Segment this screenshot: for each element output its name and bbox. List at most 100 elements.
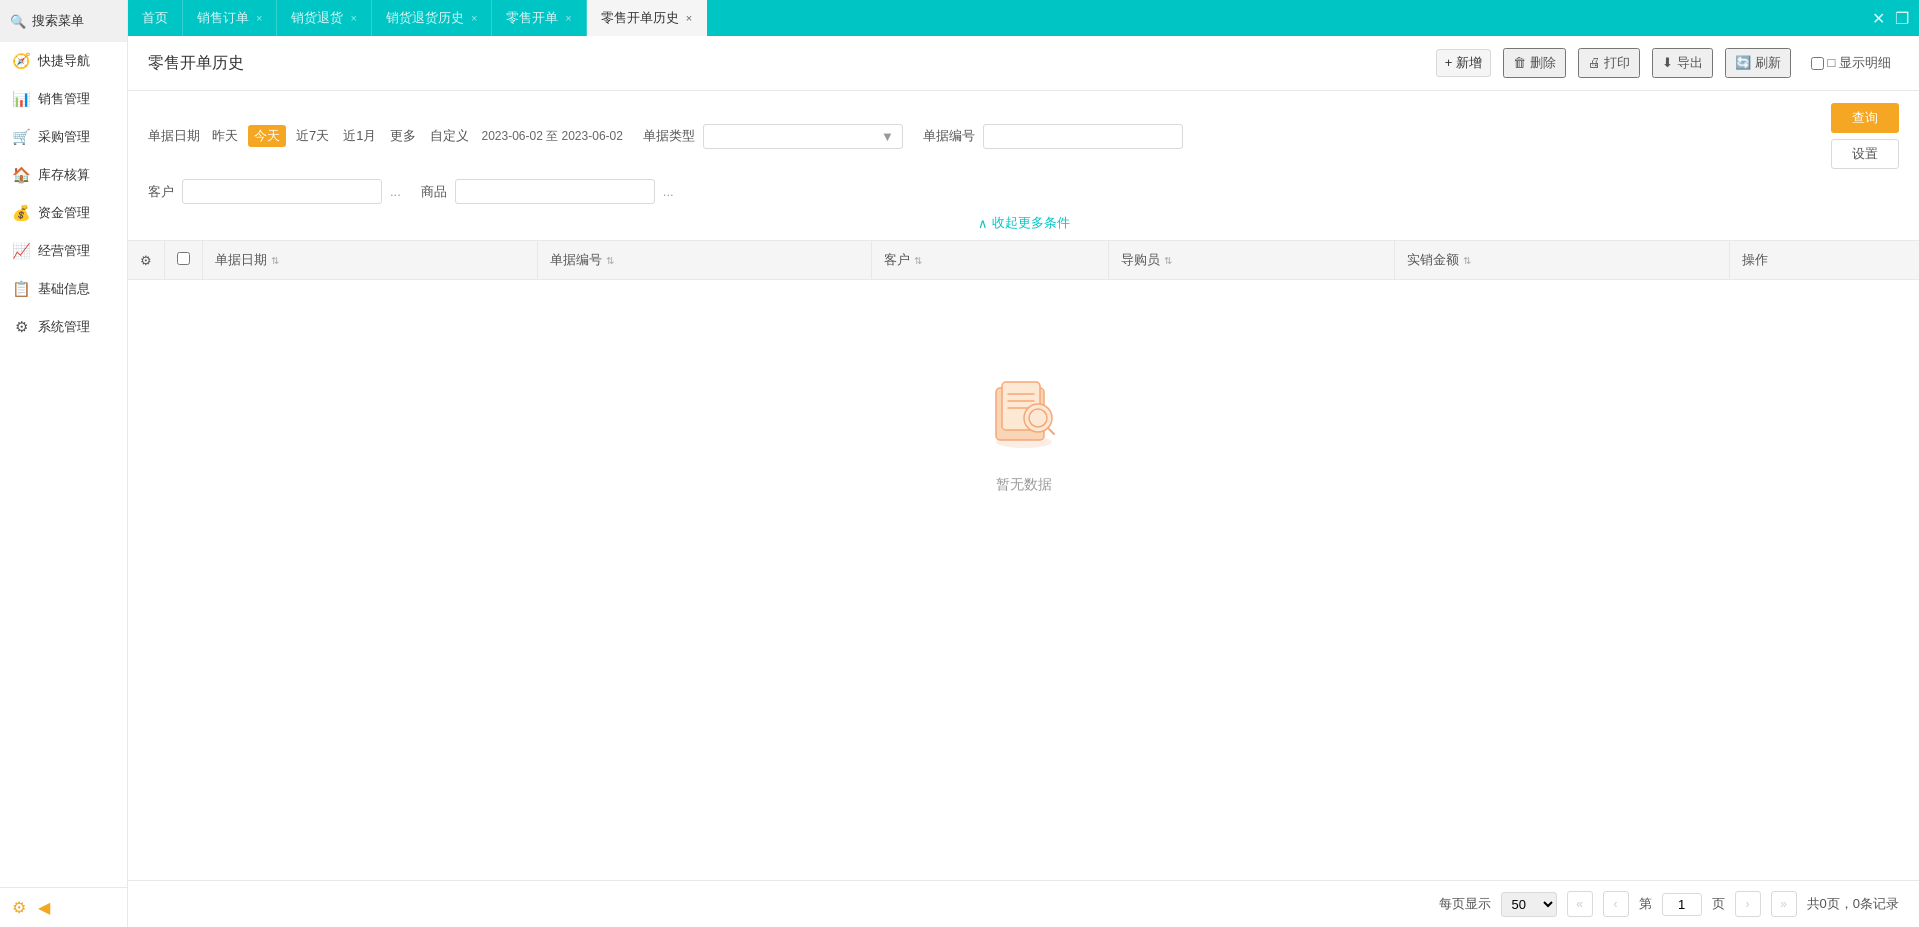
goods-input[interactable] [455, 179, 655, 204]
tab-retail-open-history[interactable]: 零售开单历史 × [587, 0, 707, 36]
restore-window-button[interactable]: ❐ [1895, 9, 1909, 28]
sidebar-item-quick-nav[interactable]: 🧭 快捷导航 [0, 42, 127, 80]
sidebar-bottom: ⚙ ◀ [0, 887, 127, 927]
collapse-filter-button[interactable]: ∧ 收起更多条件 [148, 214, 1899, 232]
empty-text: 暂无数据 [996, 476, 1052, 494]
th-salesperson[interactable]: 导购员 ⇅ [1109, 241, 1395, 280]
select-all-checkbox[interactable] [177, 252, 190, 265]
page-title: 零售开单历史 [148, 53, 244, 74]
export-button[interactable]: ⬇ 导出 [1652, 48, 1713, 78]
date-7days[interactable]: 近7天 [292, 125, 333, 147]
date-filter-label: 单据日期 [148, 127, 200, 145]
empty-state: 暂无数据 [128, 280, 1919, 574]
tab-retail-open-history-label: 零售开单历史 [601, 9, 679, 27]
last-page-button[interactable]: » [1771, 891, 1797, 917]
number-input[interactable] [983, 124, 1183, 149]
customer-filter-label: 客户 [148, 183, 174, 201]
last-page-icon: » [1780, 897, 1787, 911]
table-header: ⚙ 单据日期 ⇅ 单据编号 [128, 241, 1919, 280]
refresh-button[interactable]: 🔄 刷新 [1725, 48, 1791, 78]
sidebar-item-label: 系统管理 [38, 318, 90, 336]
sidebar-item-sales-mgmt[interactable]: 📊 销售管理 [0, 80, 127, 118]
filter-number-group: 单据编号 [923, 124, 1183, 149]
tab-bar-right: ✕ ❐ [1862, 0, 1919, 36]
date-yesterday[interactable]: 昨天 [208, 125, 242, 147]
customer-input[interactable] [182, 179, 382, 204]
print-button[interactable]: 🖨 打印 [1578, 48, 1641, 78]
add-button[interactable]: + 新增 [1436, 49, 1491, 77]
page-content: 零售开单历史 + 新增 🗑 删除 🖨 打印 ⬇ 导出 🔄 刷新 □ 显示明细 单… [128, 36, 1919, 927]
goods-browse-button[interactable]: ... [663, 184, 674, 199]
tab-sales-order-close[interactable]: × [256, 12, 262, 24]
th-number[interactable]: 单据编号 ⇅ [537, 241, 872, 280]
tab-retail-open[interactable]: 零售开单 × [492, 0, 586, 36]
tab-bar: 首页 销售订单 × 销货退货 × 销货退货历史 × 零售开单 × 零售开单历史 … [128, 0, 1919, 36]
type-filter-label: 单据类型 [643, 127, 695, 145]
sort-icon: ⇅ [271, 255, 279, 266]
date-more[interactable]: 更多 [386, 125, 420, 147]
sidebar-item-label: 资金管理 [38, 204, 90, 222]
tab-sales-return-close[interactable]: × [350, 12, 356, 24]
th-checkbox[interactable] [165, 241, 203, 280]
sidebar-item-label: 经营管理 [38, 242, 90, 260]
cart-icon: 🛒 [12, 128, 30, 146]
delete-button[interactable]: 🗑 删除 [1503, 48, 1566, 78]
sidebar-item-inventory[interactable]: 🏠 库存核算 [0, 156, 127, 194]
chart-icon: 📊 [12, 90, 30, 108]
compass-icon: 🧭 [12, 52, 30, 70]
tab-sales-return[interactable]: 销货退货 × [277, 0, 371, 36]
date-1month[interactable]: 近1月 [339, 125, 380, 147]
date-custom[interactable]: 自定义 [426, 125, 473, 147]
display-detail-button[interactable]: □ 显示明细 [1803, 50, 1899, 76]
collapse-sidebar-button[interactable]: ◀ [38, 898, 50, 917]
page-input[interactable] [1662, 893, 1702, 916]
customer-browse-button[interactable]: ... [390, 184, 401, 199]
filter-goods-group: 商品 ... [421, 179, 674, 204]
sidebar-item-base-info[interactable]: 📋 基础信息 [0, 270, 127, 308]
th-customer[interactable]: 客户 ⇅ [872, 241, 1109, 280]
sidebar-item-label: 采购管理 [38, 128, 90, 146]
date-today[interactable]: 今天 [248, 125, 286, 147]
page-header: 零售开单历史 + 新增 🗑 删除 🖨 打印 ⬇ 导出 🔄 刷新 □ 显示明细 [128, 36, 1919, 91]
chevron-up-icon: ∧ [978, 216, 988, 231]
tab-retail-open-history-close[interactable]: × [686, 12, 692, 24]
prev-page-button[interactable]: ‹ [1603, 891, 1629, 917]
close-window-button[interactable]: ✕ [1872, 9, 1885, 28]
type-select[interactable]: ▼ [703, 124, 903, 149]
settings-icon: ⚙ [140, 253, 152, 268]
tab-sales-order[interactable]: 销售订单 × [183, 0, 277, 36]
tab-home[interactable]: 首页 [128, 0, 183, 36]
next-page-button[interactable]: › [1735, 891, 1761, 917]
next-page-icon: › [1746, 897, 1750, 911]
filter-settings-button[interactable]: 设置 [1831, 139, 1899, 169]
sidebar-item-label: 基础信息 [38, 280, 90, 298]
filter-area: 单据日期 昨天 今天 近7天 近1月 更多 自定义 2023-06-02 至 2… [128, 91, 1919, 241]
date-range-display: 2023-06-02 至 2023-06-02 [481, 128, 622, 145]
tab-sales-order-label: 销售订单 [197, 9, 249, 27]
filter-row-1: 单据日期 昨天 今天 近7天 近1月 更多 自定义 2023-06-02 至 2… [148, 103, 1899, 169]
query-button[interactable]: 查询 [1831, 103, 1899, 133]
sidebar-item-purchase-mgmt[interactable]: 🛒 采购管理 [0, 118, 127, 156]
sort-icon: ⇅ [914, 255, 922, 266]
sidebar-item-sys-mgmt[interactable]: ⚙ 系统管理 [0, 308, 127, 346]
display-detail-checkbox[interactable] [1811, 57, 1824, 70]
th-settings[interactable]: ⚙ [128, 241, 165, 280]
th-date[interactable]: 单据日期 ⇅ [203, 241, 538, 280]
settings-button[interactable]: ⚙ [12, 898, 26, 917]
per-page-select[interactable]: 50 100 200 [1501, 892, 1557, 917]
filter-type-group: 单据类型 ▼ [643, 124, 903, 149]
sidebar-item-finance[interactable]: 💰 资金管理 [0, 194, 127, 232]
trending-icon: 📈 [12, 242, 30, 260]
tab-sales-return-history-close[interactable]: × [471, 12, 477, 24]
collapse-label: 收起更多条件 [992, 214, 1070, 232]
tab-sales-return-history[interactable]: 销货退货历史 × [372, 0, 492, 36]
tab-retail-open-close[interactable]: × [565, 12, 571, 24]
page-suffix: 页 [1712, 895, 1725, 913]
th-amount[interactable]: 实销金额 ⇅ [1394, 241, 1729, 280]
sidebar-search[interactable]: 🔍 搜索菜单 [0, 0, 127, 42]
filter-date-group: 单据日期 昨天 今天 近7天 近1月 更多 自定义 2023-06-02 至 2… [148, 125, 623, 147]
first-page-button[interactable]: « [1567, 891, 1593, 917]
sidebar-item-operations[interactable]: 📈 经营管理 [0, 232, 127, 270]
list-icon: 📋 [12, 280, 30, 298]
sidebar-nav: 🧭 快捷导航 📊 销售管理 🛒 采购管理 🏠 库存核算 💰 资金管理 📈 经营管… [0, 42, 127, 887]
